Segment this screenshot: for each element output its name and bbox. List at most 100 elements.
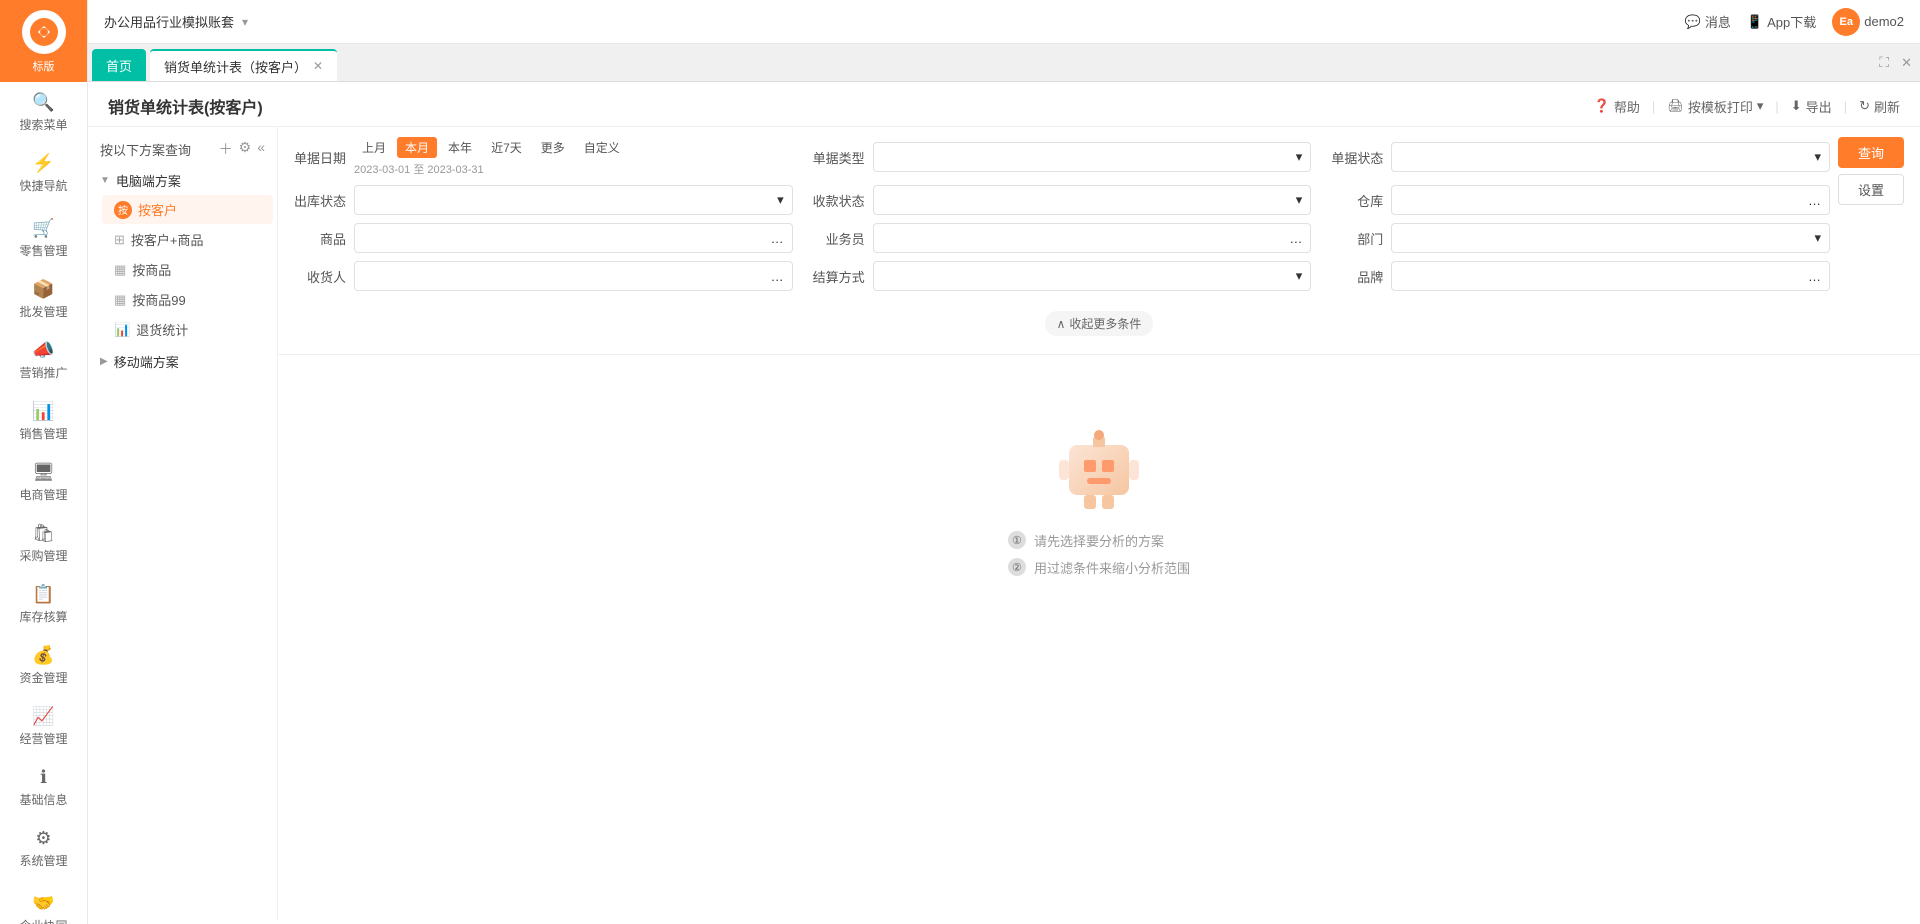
avatar: Ea	[1832, 8, 1860, 36]
date-tab-more[interactable]: 更多	[533, 137, 573, 158]
export-icon: ⬇	[1791, 98, 1802, 114]
goods-input[interactable]: …	[354, 223, 793, 253]
department-label: 部门	[1331, 229, 1383, 248]
department-input[interactable]: ▾	[1391, 223, 1830, 253]
date-tab-custom[interactable]: 自定义	[576, 137, 628, 158]
brand-input[interactable]: …	[1391, 261, 1830, 291]
sidebar-item-sales[interactable]: 📊 销售管理	[0, 391, 87, 452]
expand-icon: ▼	[100, 175, 110, 186]
collapse-button[interactable]: ∧ 收起更多条件	[1045, 311, 1154, 336]
settlement-dropdown-icon: ▾	[1296, 268, 1303, 284]
scheme-settings-button[interactable]: ⚙	[239, 139, 252, 159]
date-tab-this-year[interactable]: 本年	[440, 137, 480, 158]
content-body: 按以下方案查询 ＋ ⚙ « ▼ 电脑端方案	[88, 127, 1920, 921]
help-button[interactable]: ❓ 帮助	[1594, 97, 1640, 116]
status-field: 单据状态 ▾	[1331, 142, 1830, 172]
sidebar-item-search[interactable]: 🔍 搜索菜单	[0, 82, 87, 143]
sidebar-item-inventory[interactable]: 📋 库存核算	[0, 574, 87, 635]
enterprise-icon: 🤝	[32, 893, 54, 914]
status-dropdown-icon: ▾	[1814, 149, 1821, 165]
export-button[interactable]: ⬇ 导出	[1791, 97, 1832, 116]
empty-tip-2: ② 用过滤条件来缩小分析范围	[1008, 558, 1190, 577]
scheme-item-by-goods[interactable]: ▦ 按商品	[102, 255, 273, 284]
user-menu-button[interactable]: Ea demo2	[1832, 8, 1904, 36]
sidebar-item-system[interactable]: ⚙ 系统管理	[0, 818, 87, 879]
scheme-item-by-customer[interactable]: 按 按客户	[102, 195, 273, 224]
app-download-button[interactable]: 📱 App下载	[1747, 12, 1816, 31]
date-tab-7days[interactable]: 近7天	[483, 137, 530, 158]
scheme-panel: 按以下方案查询 ＋ ⚙ « ▼ 电脑端方案	[88, 127, 278, 921]
scheme-group-mobile-title[interactable]: ▶ 移动端方案	[88, 348, 277, 375]
empty-state-icon	[1049, 415, 1149, 515]
receipt-status-label: 收款状态	[813, 191, 865, 210]
sidebar-item-marketing[interactable]: 📣 营销推广	[0, 330, 87, 391]
tab-home[interactable]: 首页	[92, 49, 146, 81]
sidebar-item-enterprise[interactable]: 🤝 企业协同	[0, 883, 87, 924]
page-content: 销货单统计表(按客户) ❓ 帮助 | 🖨 按模板打印 ▾ | ⬇ 导出 |	[88, 82, 1920, 924]
collapse-bar: ∧ 收起更多条件	[294, 303, 1904, 344]
receiver-input[interactable]: …	[354, 261, 793, 291]
date-range-text: 2023-03-01 至 2023-03-31	[354, 161, 793, 177]
receiver-field: 收货人 …	[294, 261, 793, 291]
scheme-add-button[interactable]: ＋	[219, 139, 233, 159]
scheme-collapse-button[interactable]: «	[257, 139, 265, 159]
tab-maximize-button[interactable]: ⛶	[1879, 54, 1889, 71]
tab-close-window-button[interactable]: ✕	[1901, 55, 1912, 71]
status-input[interactable]: ▾	[1391, 142, 1830, 172]
scheme-header: 按以下方案查询 ＋ ⚙ «	[88, 135, 277, 167]
salesman-input[interactable]: …	[873, 223, 1312, 253]
logo-area: 标版	[0, 0, 87, 82]
out-status-field: 出库状态 ▾	[294, 185, 793, 215]
tip-num-1: ①	[1008, 531, 1026, 549]
sidebar-item-wholesale[interactable]: 📦 批发管理	[0, 269, 87, 330]
date-tab-this-month[interactable]: 本月	[397, 137, 437, 158]
settlement-label: 结算方式	[813, 267, 865, 286]
out-status-dropdown-icon: ▾	[777, 192, 784, 208]
filter-row-wrapper: 单据日期 上月 本月 本年 近7天 更多 自定义	[294, 137, 1904, 299]
date-tab-last-month[interactable]: 上月	[354, 137, 394, 158]
out-status-input[interactable]: ▾	[354, 185, 793, 215]
tab-sales-stat[interactable]: 销货单统计表（按客户） ✕	[150, 49, 337, 81]
download-icon: 📱	[1747, 14, 1763, 30]
collapsed-icon: ▶	[100, 356, 108, 367]
settlement-field: 结算方式 ▾	[813, 261, 1312, 291]
type-input[interactable]: ▾	[873, 142, 1312, 172]
brand-dots-icon: …	[1808, 269, 1821, 284]
sidebar-item-quick-nav[interactable]: ⚡ 快捷导航	[0, 143, 87, 204]
print-button[interactable]: 🖨 按模板打印 ▾	[1667, 97, 1763, 116]
sidebar-item-basic[interactable]: ℹ 基础信息	[0, 757, 87, 818]
scheme-item-by-customer-goods[interactable]: ⊞ 按客户+商品	[102, 225, 273, 254]
settlement-input[interactable]: ▾	[873, 261, 1312, 291]
goods-dots-icon: …	[771, 231, 784, 246]
basic-icon: ℹ	[40, 767, 47, 788]
filter-result-area: 单据日期 上月 本月 本年 近7天 更多 自定义	[278, 127, 1920, 921]
sidebar: 标版 🔍 搜索菜单 ⚡ 快捷导航 🛒 零售管理 📦 批发管理 📣 营销推广 📊 …	[0, 0, 88, 924]
sidebar-item-retail[interactable]: 🛒 零售管理	[0, 208, 87, 269]
scheme-title: 按以下方案查询	[100, 140, 191, 159]
filter-line-4: 收货人 … 结算方式	[294, 261, 1830, 291]
sidebar-item-operation[interactable]: 📈 经营管理	[0, 696, 87, 757]
sidebar-item-purchase[interactable]: 🛍 采购管理	[0, 513, 87, 574]
query-button[interactable]: 查询	[1838, 137, 1904, 168]
receipt-status-input[interactable]: ▾	[873, 185, 1312, 215]
scheme-group-pc-title[interactable]: ▼ 电脑端方案	[88, 167, 277, 194]
wholesale-icon: 📦	[32, 279, 54, 300]
scheme-item-return-stat[interactable]: 📊 退货统计	[102, 315, 273, 344]
filter-section: 单据日期 上月 本月 本年 近7天 更多 自定义	[278, 127, 1920, 355]
brand-field: 品牌 …	[1331, 261, 1830, 291]
scheme-group-pc-items: 按 按客户 ⊞ 按客户+商品 ▦ 按商品 ▦ 按	[88, 195, 277, 344]
sidebar-item-ecommerce[interactable]: 🖥 电商管理	[0, 452, 87, 513]
filter-fields: 单据日期 上月 本月 本年 近7天 更多 自定义	[294, 137, 1830, 299]
refresh-button[interactable]: ↻ 刷新	[1859, 97, 1900, 116]
settings-button[interactable]: 设置	[1838, 174, 1904, 205]
goods-icon: ▦	[114, 262, 126, 278]
salesman-label: 业务员	[813, 229, 865, 248]
date-label: 单据日期	[294, 148, 346, 167]
page-title: 销货单统计表(按客户)	[108, 94, 263, 118]
header-dropdown-icon[interactable]: ▾	[242, 15, 248, 29]
warehouse-input[interactable]: …	[1391, 185, 1830, 215]
tab-close-icon[interactable]: ✕	[313, 59, 323, 73]
message-button[interactable]: 💬 消息	[1685, 12, 1731, 31]
sidebar-item-finance[interactable]: 💰 资金管理	[0, 635, 87, 696]
scheme-item-by-goods-99[interactable]: ▦ 按商品99	[102, 285, 273, 314]
